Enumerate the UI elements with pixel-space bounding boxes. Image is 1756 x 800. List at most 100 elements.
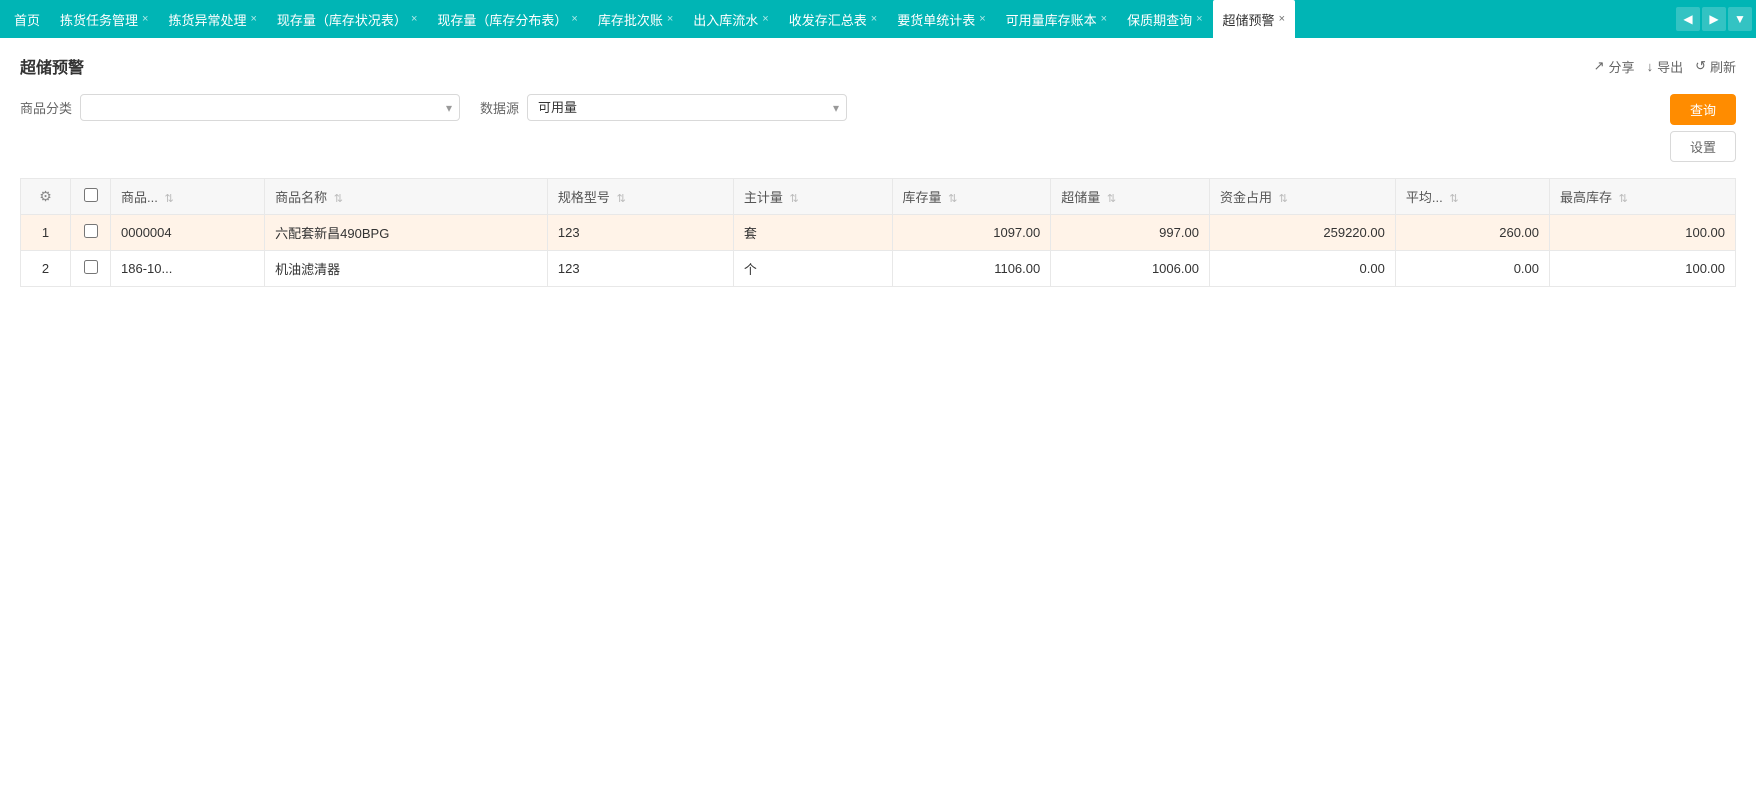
category-select[interactable]: [80, 94, 460, 121]
row-max-stock-0: 100.00: [1550, 215, 1736, 251]
sort-max-stock-icon[interactable]: ⇅: [1619, 192, 1628, 205]
row-checkbox-cell-0: [71, 215, 111, 251]
row-avg-0: 260.00: [1395, 215, 1549, 251]
nav-item-inventory-status[interactable]: 现存量（库存状况表） ×: [267, 0, 427, 38]
page-header: 超储预警 ↗ 分享 ↓ 导出 ↺ 刷新: [20, 54, 1736, 78]
nav-close-available-account[interactable]: ×: [1101, 13, 1107, 25]
query-button[interactable]: 查询: [1670, 94, 1736, 125]
col-settings: ⚙: [21, 179, 71, 215]
nav-prev-button[interactable]: ◀: [1676, 7, 1700, 31]
col-unit-label: 主计量: [744, 190, 783, 205]
row-spec-0: 123: [547, 215, 733, 251]
row-avg-1: 0.00: [1395, 251, 1549, 287]
row-checkbox-1[interactable]: [84, 260, 98, 274]
nav-next-button[interactable]: ▶: [1702, 7, 1726, 31]
col-checkbox: [71, 179, 111, 215]
sort-overstock-icon[interactable]: ⇅: [1107, 192, 1116, 205]
nav-close-inventory-dist[interactable]: ×: [571, 13, 577, 25]
nav-item-available-account[interactable]: 可用量库存账本 ×: [996, 0, 1117, 38]
nav-item-home[interactable]: 首页: [4, 0, 50, 38]
col-capital-label: 资金占用: [1220, 190, 1272, 205]
row-index-1: 2: [21, 251, 71, 287]
row-max-stock-1: 100.00: [1550, 251, 1736, 287]
nav-close-abnormal[interactable]: ×: [250, 13, 256, 25]
row-unit-0: 套: [733, 215, 892, 251]
nav-arrows: ◀ ▶ ▼: [1676, 7, 1752, 31]
datasource-select-wrapper: 可用量 库存量: [527, 94, 847, 121]
nav-item-summary[interactable]: 收发存汇总表 ×: [779, 0, 887, 38]
category-label: 商品分类: [20, 98, 72, 117]
col-avg: 平均... ⇅: [1395, 179, 1549, 215]
nav-item-order-stats[interactable]: 要货单统计表 ×: [887, 0, 995, 38]
sort-unit-icon[interactable]: ⇅: [789, 192, 798, 205]
row-checkbox-cell-1: [71, 251, 111, 287]
nav-close-batch-account[interactable]: ×: [667, 13, 673, 25]
sort-spec-icon[interactable]: ⇅: [617, 192, 626, 205]
sort-avg-icon[interactable]: ⇅: [1449, 192, 1458, 205]
nav-close-task-mgmt[interactable]: ×: [142, 13, 148, 25]
nav-item-inventory-dist[interactable]: 现存量（库存分布表） ×: [427, 0, 587, 38]
share-label: 分享: [1609, 57, 1635, 76]
nav-item-task-mgmt[interactable]: 拣货任务管理 ×: [50, 0, 158, 38]
row-product-name-1: 机油滤清器: [265, 251, 548, 287]
col-max-stock: 最高库存 ⇅: [1550, 179, 1736, 215]
sort-product-code-icon[interactable]: ⇅: [164, 192, 173, 205]
col-inventory-label: 库存量: [903, 190, 942, 205]
export-label: 导出: [1657, 57, 1683, 76]
datasource-filter: 数据源 可用量 库存量: [480, 94, 847, 121]
sort-product-name-icon[interactable]: ⇅: [334, 192, 343, 205]
row-index-0: 1: [21, 215, 71, 251]
data-table: ⚙ 商品... ⇅ 商品名称 ⇅ 规格型号 ⇅ 主计量: [20, 178, 1736, 287]
nav-more-button[interactable]: ▼: [1728, 7, 1752, 31]
row-product-code-1: 186-10...: [111, 251, 265, 287]
row-inventory-0: 1097.00: [892, 215, 1051, 251]
col-inventory: 库存量 ⇅: [892, 179, 1051, 215]
row-checkbox-0[interactable]: [84, 224, 98, 238]
datasource-select[interactable]: 可用量 库存量: [527, 94, 847, 121]
nav-item-abnormal[interactable]: 拣货异常处理 ×: [158, 0, 266, 38]
filter-area: 商品分类 数据源 可用量 库存量 查询 设置: [20, 94, 1736, 162]
setting-button[interactable]: 设置: [1670, 131, 1736, 162]
col-spec: 规格型号 ⇅: [547, 179, 733, 215]
row-unit-1: 个: [733, 251, 892, 287]
col-max-stock-label: 最高库存: [1560, 190, 1612, 205]
row-overstock-0: 997.00: [1051, 215, 1210, 251]
table-row: 1 0000004 六配套新昌490BPG 123 套 1097.00 997.…: [21, 215, 1736, 251]
sort-inventory-icon[interactable]: ⇅: [948, 192, 957, 205]
nav-close-summary[interactable]: ×: [871, 13, 877, 25]
page-title: 超储预警: [20, 54, 84, 78]
col-overstock: 超储量 ⇅: [1051, 179, 1210, 215]
col-overstock-label: 超储量: [1061, 190, 1100, 205]
sort-capital-icon[interactable]: ⇅: [1279, 192, 1288, 205]
col-product-name: 商品名称 ⇅: [265, 179, 548, 215]
category-select-wrapper: [80, 94, 460, 121]
nav-close-flow[interactable]: ×: [762, 13, 768, 25]
row-capital-1: 0.00: [1209, 251, 1395, 287]
refresh-icon: ↺: [1695, 58, 1706, 74]
nav-item-flow[interactable]: 出入库流水 ×: [683, 0, 778, 38]
col-capital: 资金占用 ⇅: [1209, 179, 1395, 215]
header-actions: ↗ 分享 ↓ 导出 ↺ 刷新: [1594, 57, 1736, 76]
export-button[interactable]: ↓ 导出: [1647, 57, 1684, 76]
row-product-code-0: 0000004: [111, 215, 265, 251]
nav-close-order-stats[interactable]: ×: [979, 13, 985, 25]
nav-item-overstock-warning[interactable]: 超储预警 ×: [1213, 0, 1295, 38]
nav-close-overstock-warning[interactable]: ×: [1279, 13, 1285, 25]
datasource-label: 数据源: [480, 98, 519, 117]
refresh-button[interactable]: ↺ 刷新: [1695, 57, 1736, 76]
col-product-code: 商品... ⇅: [111, 179, 265, 215]
share-button[interactable]: ↗ 分享: [1594, 57, 1635, 76]
nav-item-batch-account[interactable]: 库存批次账 ×: [588, 0, 683, 38]
nav-close-inventory-status[interactable]: ×: [411, 13, 417, 25]
select-all-checkbox[interactable]: [84, 188, 98, 202]
table-header-row: ⚙ 商品... ⇅ 商品名称 ⇅ 规格型号 ⇅ 主计量: [21, 179, 1736, 215]
category-filter: 商品分类: [20, 94, 460, 121]
col-product-code-label: 商品...: [121, 190, 158, 205]
column-settings-button[interactable]: ⚙: [39, 188, 52, 205]
table-row: 2 186-10... 机油滤清器 123 个 1106.00 1006.00 …: [21, 251, 1736, 287]
nav-close-expiry[interactable]: ×: [1196, 13, 1202, 25]
nav-item-expiry[interactable]: 保质期查询 ×: [1117, 0, 1212, 38]
row-product-name-0: 六配套新昌490BPG: [265, 215, 548, 251]
refresh-label: 刷新: [1710, 57, 1736, 76]
row-overstock-1: 1006.00: [1051, 251, 1210, 287]
